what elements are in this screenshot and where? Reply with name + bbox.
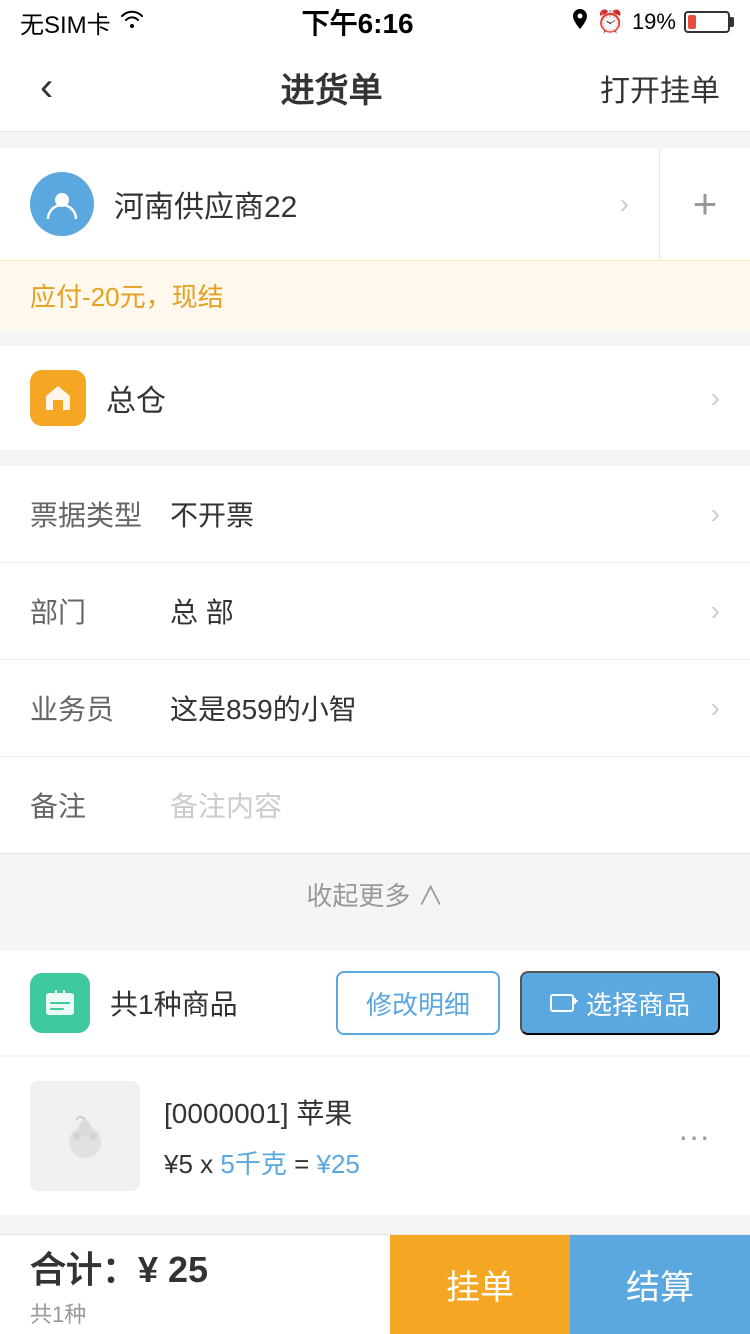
select-product-button[interactable]: 选择商品 xyxy=(520,971,720,1035)
product-item: [0000001] 苹果 ¥5 x 5千克 = ¥25 ··· xyxy=(0,1057,750,1215)
select-product-label: 选择商品 xyxy=(586,985,690,1022)
salesperson-label: 业务员 xyxy=(30,688,150,728)
add-button[interactable]: + xyxy=(660,148,750,260)
status-bar: 无SIM卡 下午6:16 ⏰ 19% xyxy=(0,0,750,44)
carrier-label: 无SIM卡 xyxy=(20,5,111,40)
status-right: ⏰ 19% xyxy=(571,8,730,36)
open-hang-button[interactable]: 打开挂单 xyxy=(600,66,720,110)
salesperson-chevron-icon: › xyxy=(711,692,720,724)
salesperson-row[interactable]: 业务员 这是859的小智 › xyxy=(0,660,750,757)
invoice-chevron-icon: › xyxy=(711,498,720,530)
status-time: 下午6:16 xyxy=(302,2,414,42)
settle-button[interactable]: 结算 xyxy=(570,1235,750,1334)
dept-chevron-icon: › xyxy=(711,595,720,627)
back-button[interactable]: ‹ xyxy=(30,55,63,120)
page-title: 进货单 xyxy=(281,63,383,112)
products-icon xyxy=(30,973,90,1033)
product-name: [0000001] 苹果 xyxy=(164,1092,644,1132)
supplier-avatar xyxy=(30,172,94,236)
edit-detail-button[interactable]: 修改明细 xyxy=(336,971,500,1035)
battery-percent: 19% xyxy=(632,9,676,35)
salesperson-value: 这是859的小智 xyxy=(150,688,711,728)
supplier-name: 河南供应商22 xyxy=(114,182,620,226)
alarm-icon: ⏰ xyxy=(597,9,624,35)
form-section: 票据类型 不开票 › 部门 总 部 › 业务员 这是859的小智 › 备注 备注… xyxy=(0,466,750,853)
battery-icon xyxy=(684,11,730,33)
product-thumbnail xyxy=(30,1081,140,1191)
chevron-right-icon: › xyxy=(620,188,629,220)
invoice-type-label: 票据类型 xyxy=(30,494,150,534)
status-left: 无SIM卡 xyxy=(20,5,145,40)
remark-label: 备注 xyxy=(30,785,150,825)
warehouse-section[interactable]: 总仓 › xyxy=(0,346,750,450)
department-row[interactable]: 部门 总 部 › xyxy=(0,563,750,660)
total-area: 合计：¥ 25 共1种 xyxy=(0,1235,390,1334)
total-sub: 共1种 xyxy=(30,1297,360,1329)
warehouse-name: 总仓 xyxy=(106,376,711,420)
warehouse-icon xyxy=(30,370,86,426)
total-amount: 合计：¥ 25 xyxy=(30,1241,360,1293)
supplier-selector[interactable]: 河南供应商22 › xyxy=(0,148,660,260)
department-label: 部门 xyxy=(30,591,150,631)
wifi-icon xyxy=(119,8,145,36)
products-header: 共1种商品 修改明细 选择商品 xyxy=(0,951,750,1055)
location-icon xyxy=(571,8,589,36)
warehouse-chevron-icon: › xyxy=(711,382,720,414)
notice-bar: 应付-20元，现结 xyxy=(0,260,750,330)
invoice-type-row[interactable]: 票据类型 不开票 › xyxy=(0,466,750,563)
supplier-section: 河南供应商22 › + xyxy=(0,148,750,260)
product-more-button[interactable]: ··· xyxy=(668,1108,720,1165)
invoice-type-value: 不开票 xyxy=(150,494,711,534)
product-price: ¥5 x 5千克 = ¥25 xyxy=(164,1144,644,1181)
department-value: 总 部 xyxy=(150,591,711,631)
product-info: [0000001] 苹果 ¥5 x 5千克 = ¥25 xyxy=(164,1092,644,1181)
bottom-bar: 合计：¥ 25 共1种 挂单 结算 xyxy=(0,1234,750,1334)
nav-bar: ‹ 进货单 打开挂单 xyxy=(0,44,750,132)
hang-button[interactable]: 挂单 xyxy=(390,1235,570,1334)
remark-input[interactable]: 备注内容 xyxy=(150,785,720,825)
collapse-bar[interactable]: 收起更多 ∧ xyxy=(0,853,750,935)
products-count: 共1种商品 xyxy=(110,983,316,1023)
remark-row[interactable]: 备注 备注内容 xyxy=(0,757,750,853)
